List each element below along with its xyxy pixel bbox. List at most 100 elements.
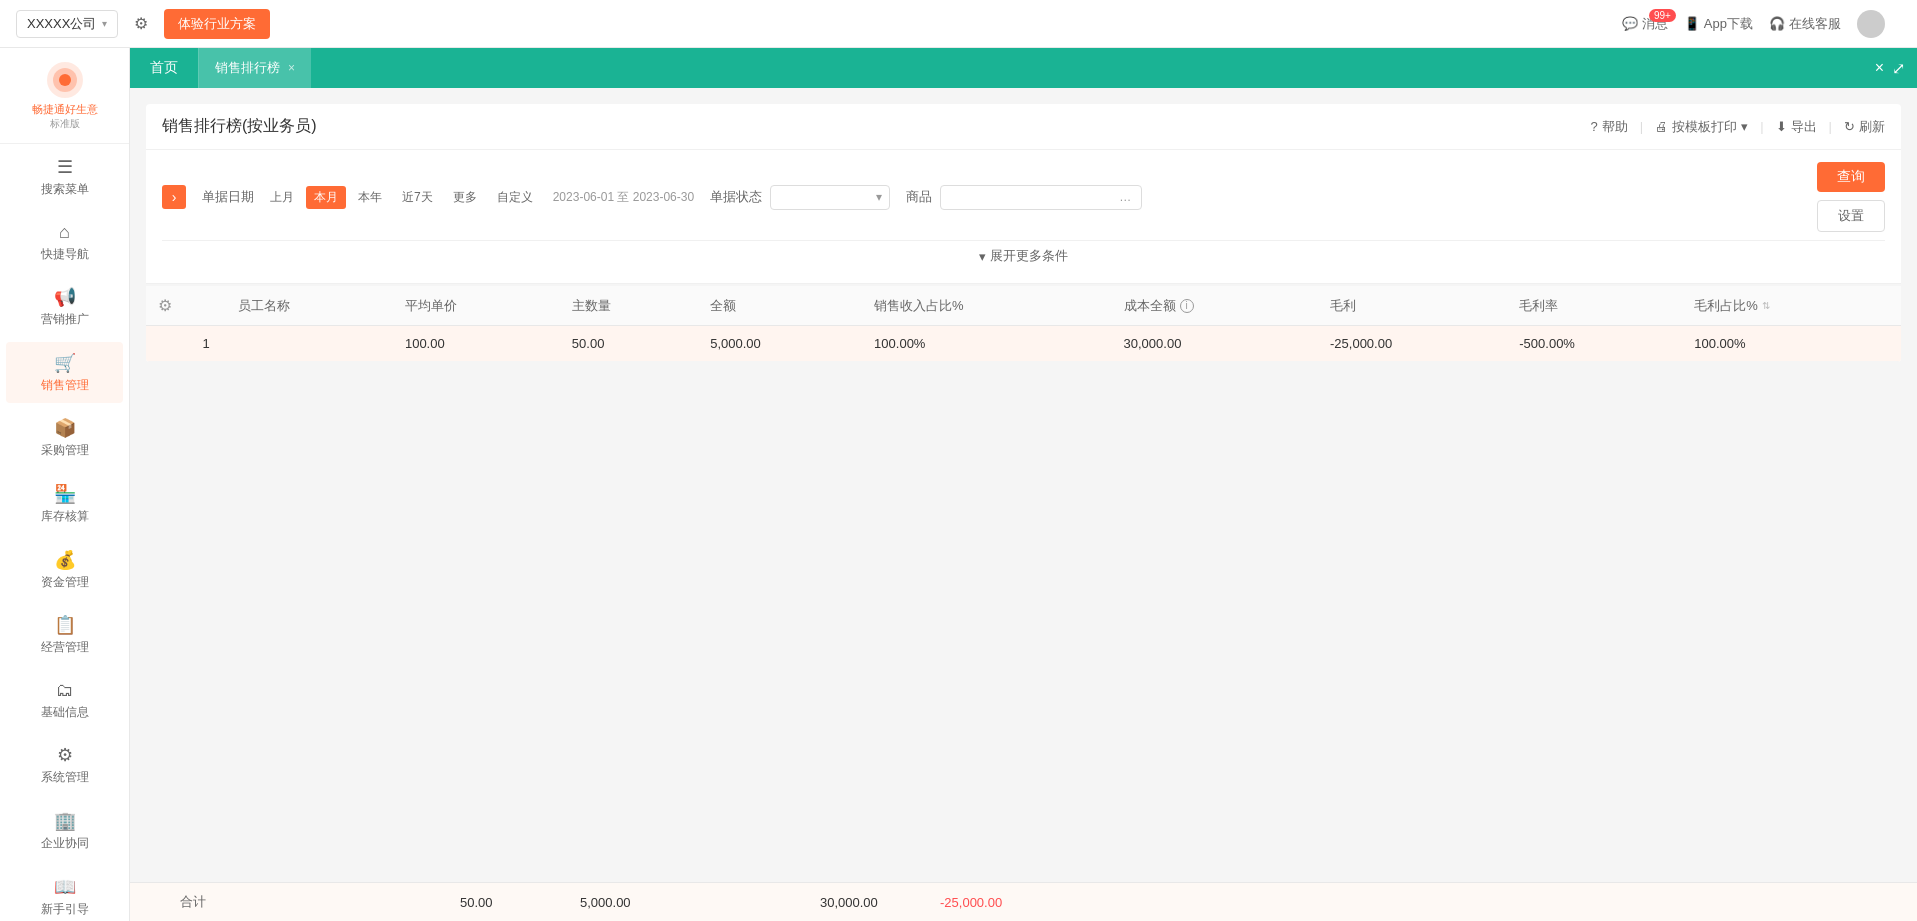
search-menu-icon: ☰ <box>57 156 73 178</box>
sidebar-item-label: 采购管理 <box>41 443 89 459</box>
sidebar-item-purchase[interactable]: 📦 采购管理 <box>6 407 123 469</box>
tab-sales-rank-label: 销售排行榜 <box>215 59 280 77</box>
printer-icon: 🖨 <box>1655 119 1668 134</box>
table-container: ⚙ 员工名称 平均单价 主数量 <box>146 286 1901 362</box>
date-more-tab[interactable]: 更多 <box>445 186 485 209</box>
date-year-tab[interactable]: 本年 <box>350 186 390 209</box>
goods-more-button[interactable]: … <box>1119 190 1131 204</box>
date-7days-tab[interactable]: 近7天 <box>394 186 441 209</box>
expand-label: 展开更多条件 <box>990 247 1068 265</box>
app-download-button[interactable]: 📱 App下载 <box>1684 15 1753 33</box>
page-title: 销售排行榜(按业务员) <box>162 116 317 137</box>
print-button[interactable]: 🖨 按模板打印 ▾ <box>1655 118 1748 136</box>
date-tabs: 上月 本月 本年 近7天 更多 自定义 <box>262 186 541 209</box>
sidebar-item-sales[interactable]: 🛒 销售管理 <box>6 342 123 404</box>
tab-close-window-button[interactable]: × <box>1875 59 1884 77</box>
marketing-icon: 📢 <box>54 286 76 308</box>
sidebar-item-enterprise[interactable]: 🏢 企业协同 <box>6 800 123 862</box>
page-header: 销售排行榜(按业务员) ? 帮助 | 🖨 按模板打印 ▾ | <box>146 104 1901 150</box>
tab-sales-rank[interactable]: 销售排行榜 × <box>199 48 311 88</box>
table-header-gross-pct: 毛利占比% ⇅ <box>1682 286 1901 326</box>
date-current-month-tab[interactable]: 本月 <box>306 186 346 209</box>
row-avg-price-cell: 100.00 <box>393 326 560 362</box>
table-header-settings: ⚙ <box>146 286 186 326</box>
row-gross-rate-cell: -500.00% <box>1507 326 1682 362</box>
print-label: 按模板打印 <box>1672 118 1737 136</box>
collapse-arrow-icon: › <box>172 189 177 205</box>
app-download-label: App下载 <box>1704 15 1753 33</box>
date-filter-group: 单据日期 上月 本月 本年 近7天 更多 自定义 2023-06-01 至 20… <box>202 186 694 209</box>
sidebar-item-label: 营销推广 <box>41 312 89 328</box>
table-header-gross-rate: 毛利率 <box>1507 286 1682 326</box>
sidebar-item-label: 企业协同 <box>41 836 89 852</box>
query-button[interactable]: 查询 <box>1817 162 1885 192</box>
footer-cost: 30,000.00 <box>820 895 900 910</box>
goods-filter-label: 商品 <box>906 188 932 206</box>
guide-icon: 📖 <box>54 876 76 898</box>
settings-icon[interactable]: ⚙ <box>126 9 156 39</box>
goods-search-input[interactable] <box>951 190 1119 205</box>
export-button[interactable]: ⬇ 导出 <box>1776 118 1817 136</box>
date-range-display: 2023-06-01 至 2023-06-30 <box>553 189 694 206</box>
sidebar-item-guide[interactable]: 📖 新手引导 <box>6 866 123 921</box>
footer-gross: -25,000.00 <box>940 895 1020 910</box>
sidebar-item-label: 系统管理 <box>41 770 89 786</box>
trial-button[interactable]: 体验行业方案 <box>164 9 270 39</box>
table-footer: 合计 50.00 5,000.00 30,000.00 -25,000.00 <box>130 882 1917 921</box>
logo-badge: 标准版 <box>50 117 80 131</box>
footer-label: 合计 <box>180 893 300 911</box>
sidebar-item-system[interactable]: ⚙ 系统管理 <box>6 734 123 796</box>
sidebar-item-label: 销售管理 <box>41 378 89 394</box>
table-row: 1 100.00 50.00 5,000.00 100.00% 30,000.0… <box>146 326 1901 362</box>
sidebar-item-operations[interactable]: 📋 经营管理 <box>6 604 123 666</box>
row-settings-cell <box>146 326 186 362</box>
refresh-button[interactable]: ↻ 刷新 <box>1844 118 1885 136</box>
sidebar-item-inventory[interactable]: 🏪 库存核算 <box>6 473 123 535</box>
cost-info-icon[interactable]: i <box>1180 299 1194 313</box>
tab-restore-button[interactable]: ⤢ <box>1892 59 1905 78</box>
table-header-name: 员工名称 <box>226 286 393 326</box>
column-settings-icon[interactable]: ⚙ <box>158 297 172 314</box>
gross-pct-sort-icon[interactable]: ⇅ <box>1762 300 1770 311</box>
tab-home-label: 首页 <box>150 59 178 77</box>
export-icon: ⬇ <box>1776 119 1787 134</box>
sidebar-item-marketing[interactable]: 📢 营销推广 <box>6 276 123 338</box>
expand-icon: ▾ <box>979 249 986 264</box>
online-service-label: 在线客服 <box>1789 15 1841 33</box>
filter-collapse-button[interactable]: › <box>162 185 186 209</box>
sidebar-item-search[interactable]: ☰ 搜索菜单 <box>6 146 123 208</box>
export-label: 导出 <box>1791 118 1817 136</box>
date-custom-tab[interactable]: 自定义 <box>489 186 541 209</box>
message-button[interactable]: 💬 消息 99+ <box>1622 15 1668 33</box>
sidebar-item-finance[interactable]: 💰 资金管理 <box>6 539 123 601</box>
row-cost-cell: 30,000.00 <box>1112 326 1318 362</box>
sidebar-item-basic[interactable]: 🗂 基础信息 <box>6 670 123 731</box>
online-service-button[interactable]: 🎧 在线客服 <box>1769 15 1841 33</box>
sidebar-item-label: 新手引导 <box>41 902 89 918</box>
logo-icon <box>45 60 85 100</box>
table-header-gross: 毛利 <box>1318 286 1507 326</box>
table-header-sales-pct: 销售收入占比% <box>862 286 1111 326</box>
expand-conditions-button[interactable]: ▾ 展开更多条件 <box>162 240 1885 271</box>
company-selector[interactable]: XXXXX公司 ▾ <box>16 10 118 38</box>
status-filter-label: 单据状态 <box>710 188 762 206</box>
sidebar-item-shortcut[interactable]: ⌂ 快捷导航 <box>6 212 123 273</box>
settings-button[interactable]: 设置 <box>1817 200 1885 232</box>
svg-point-2 <box>59 74 71 86</box>
table-header-quantity: 主数量 <box>560 286 698 326</box>
date-prev-month-tab[interactable]: 上月 <box>262 186 302 209</box>
home-icon: ⌂ <box>59 222 70 243</box>
company-dropdown-arrow: ▾ <box>102 18 107 29</box>
help-button[interactable]: ? 帮助 <box>1591 118 1628 136</box>
sidebar-item-label: 库存核算 <box>41 509 89 525</box>
table-header-cost: 成本全额 i <box>1112 286 1318 326</box>
tab-home[interactable]: 首页 <box>130 48 199 88</box>
status-select[interactable] <box>770 185 890 210</box>
avatar[interactable] <box>1857 10 1885 38</box>
tab-close-icon[interactable]: × <box>288 61 295 75</box>
tab-bar: 首页 销售排行榜 × × ⤢ <box>130 48 1917 88</box>
sidebar-item-label: 资金管理 <box>41 575 89 591</box>
sidebar-item-label: 搜索菜单 <box>41 182 89 198</box>
row-quantity-cell: 50.00 <box>560 326 698 362</box>
filter-bar: › 单据日期 上月 本月 本年 近7天 更多 自定义 <box>146 150 1901 284</box>
